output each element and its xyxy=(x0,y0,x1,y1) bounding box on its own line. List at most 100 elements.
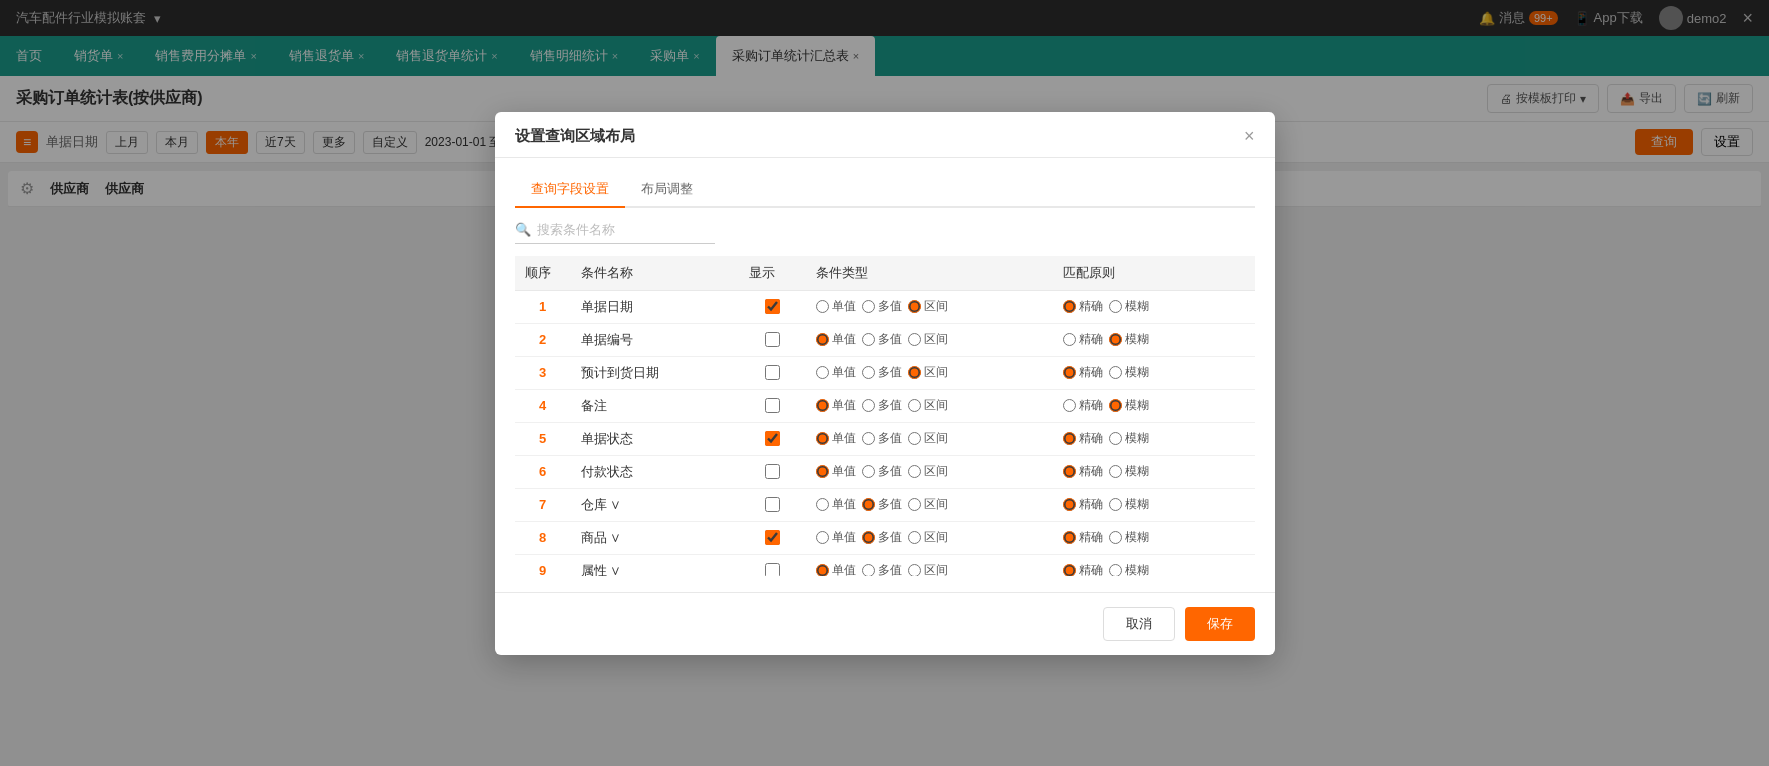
type-single-radio[interactable] xyxy=(816,465,829,478)
show-checkbox[interactable] xyxy=(765,464,780,479)
row-name: 备注 xyxy=(571,389,739,422)
th-type: 条件类型 xyxy=(806,256,1053,291)
type-multi-radio[interactable] xyxy=(862,531,875,544)
match-fuzzy-radio[interactable] xyxy=(1109,300,1122,313)
settings-table-scroll: 顺序 条件名称 显示 条件类型 匹配原则 1 单据日期 xyxy=(515,256,1255,564)
type-single-label: 单值 xyxy=(832,331,856,348)
match-exact-label: 精确 xyxy=(1079,529,1103,546)
row-match: 精确 模糊 xyxy=(1053,290,1255,323)
order-number: 6 xyxy=(539,464,546,479)
table-row: 6 付款状态 单值 多值 xyxy=(515,455,1255,488)
row-type: 单值 多值 区间 xyxy=(806,290,1053,323)
type-single-label: 单值 xyxy=(832,562,856,563)
type-multi-radio[interactable] xyxy=(862,399,875,412)
match-fuzzy-label: 模糊 xyxy=(1125,463,1149,480)
type-range-radio[interactable] xyxy=(908,465,921,478)
table-row: 7 仓库 ∨ 单值 多值 xyxy=(515,488,1255,521)
type-single-radio[interactable] xyxy=(816,300,829,313)
type-multi-radio[interactable] xyxy=(862,333,875,346)
show-checkbox[interactable] xyxy=(765,398,780,413)
show-checkbox[interactable] xyxy=(765,332,780,347)
settings-table: 顺序 条件名称 显示 条件类型 匹配原则 1 单据日期 xyxy=(515,256,1255,564)
type-single-label: 单值 xyxy=(832,463,856,480)
match-exact-radio[interactable] xyxy=(1063,399,1076,412)
type-range-label: 区间 xyxy=(924,397,948,414)
dialog-tabs: 查询字段设置 布局调整 xyxy=(515,174,1255,208)
type-multi-label: 多值 xyxy=(878,298,902,315)
match-fuzzy-radio[interactable] xyxy=(1109,498,1122,511)
match-exact-radio[interactable] xyxy=(1063,333,1076,346)
show-checkbox[interactable] xyxy=(765,431,780,446)
type-single-radio[interactable] xyxy=(816,366,829,379)
match-exact-label: 精确 xyxy=(1079,364,1103,381)
type-range-radio[interactable] xyxy=(908,531,921,544)
match-exact-label: 精确 xyxy=(1079,463,1103,480)
match-fuzzy-radio[interactable] xyxy=(1109,432,1122,445)
type-range-radio[interactable] xyxy=(908,333,921,346)
order-number: 1 xyxy=(539,299,546,314)
type-single-radio[interactable] xyxy=(816,333,829,346)
type-multi-label: 多值 xyxy=(878,364,902,381)
type-single-label: 单值 xyxy=(832,364,856,381)
match-exact-radio[interactable] xyxy=(1063,300,1076,313)
type-range-radio[interactable] xyxy=(908,498,921,511)
table-row: 8 商品 ∨ 单值 多值 xyxy=(515,521,1255,554)
type-multi-label: 多值 xyxy=(878,463,902,480)
row-match: 精确 模糊 xyxy=(1053,521,1255,554)
type-single-radio[interactable] xyxy=(816,432,829,445)
type-single-radio[interactable] xyxy=(816,399,829,412)
match-fuzzy-radio[interactable] xyxy=(1109,333,1122,346)
type-range-radio[interactable] xyxy=(908,366,921,379)
show-checkbox[interactable] xyxy=(765,365,780,380)
type-multi-radio[interactable] xyxy=(862,465,875,478)
table-row: 4 备注 单值 多值 xyxy=(515,389,1255,422)
row-order: 8 xyxy=(515,521,571,554)
row-match: 精确 模糊 xyxy=(1053,323,1255,356)
match-fuzzy-label: 模糊 xyxy=(1125,331,1149,348)
search-input[interactable] xyxy=(537,222,697,237)
type-multi-label: 多值 xyxy=(878,562,902,563)
type-multi-radio[interactable] xyxy=(862,432,875,445)
type-range-label: 区间 xyxy=(924,562,948,563)
type-range-label: 区间 xyxy=(924,298,948,315)
show-checkbox[interactable] xyxy=(765,299,780,314)
type-range-radio[interactable] xyxy=(908,432,921,445)
match-fuzzy-radio[interactable] xyxy=(1109,366,1122,379)
row-type: 单值 多值 区间 xyxy=(806,455,1053,488)
dialog-header: 设置查询区域布局 × xyxy=(495,112,1275,158)
show-checkbox[interactable] xyxy=(765,497,780,512)
match-fuzzy-label: 模糊 xyxy=(1125,430,1149,447)
show-checkbox[interactable] xyxy=(765,530,780,545)
match-exact-radio[interactable] xyxy=(1063,432,1076,445)
type-range-label: 区间 xyxy=(924,364,948,381)
match-exact-radio[interactable] xyxy=(1063,465,1076,478)
row-order: 5 xyxy=(515,422,571,455)
type-range-radio[interactable] xyxy=(908,300,921,313)
row-order: 7 xyxy=(515,488,571,521)
dialog-close-button[interactable]: × xyxy=(1244,126,1255,147)
match-fuzzy-radio[interactable] xyxy=(1109,465,1122,478)
match-exact-radio[interactable] xyxy=(1063,366,1076,379)
type-multi-radio[interactable] xyxy=(862,300,875,313)
match-fuzzy-radio[interactable] xyxy=(1109,399,1122,412)
row-show xyxy=(739,488,806,521)
type-range-radio[interactable] xyxy=(908,399,921,412)
type-single-radio[interactable] xyxy=(816,498,829,511)
row-name: 属性 ∨ xyxy=(571,554,739,563)
dialog-tab-layout[interactable]: 布局调整 xyxy=(625,174,709,208)
row-match: 精确 模糊 xyxy=(1053,356,1255,389)
match-exact-label: 精确 xyxy=(1079,298,1103,315)
type-range-label: 区间 xyxy=(924,496,948,513)
match-fuzzy-label: 模糊 xyxy=(1125,562,1149,563)
row-type: 单值 多值 区间 xyxy=(806,521,1053,554)
type-multi-radio[interactable] xyxy=(862,498,875,511)
dialog-tab-fields[interactable]: 查询字段设置 xyxy=(515,174,625,208)
match-exact-radio[interactable] xyxy=(1063,531,1076,544)
row-match: 精确 模糊 xyxy=(1053,488,1255,521)
match-fuzzy-label: 模糊 xyxy=(1125,364,1149,381)
match-exact-radio[interactable] xyxy=(1063,498,1076,511)
order-number: 2 xyxy=(539,332,546,347)
match-fuzzy-radio[interactable] xyxy=(1109,531,1122,544)
type-single-radio[interactable] xyxy=(816,531,829,544)
type-multi-radio[interactable] xyxy=(862,366,875,379)
